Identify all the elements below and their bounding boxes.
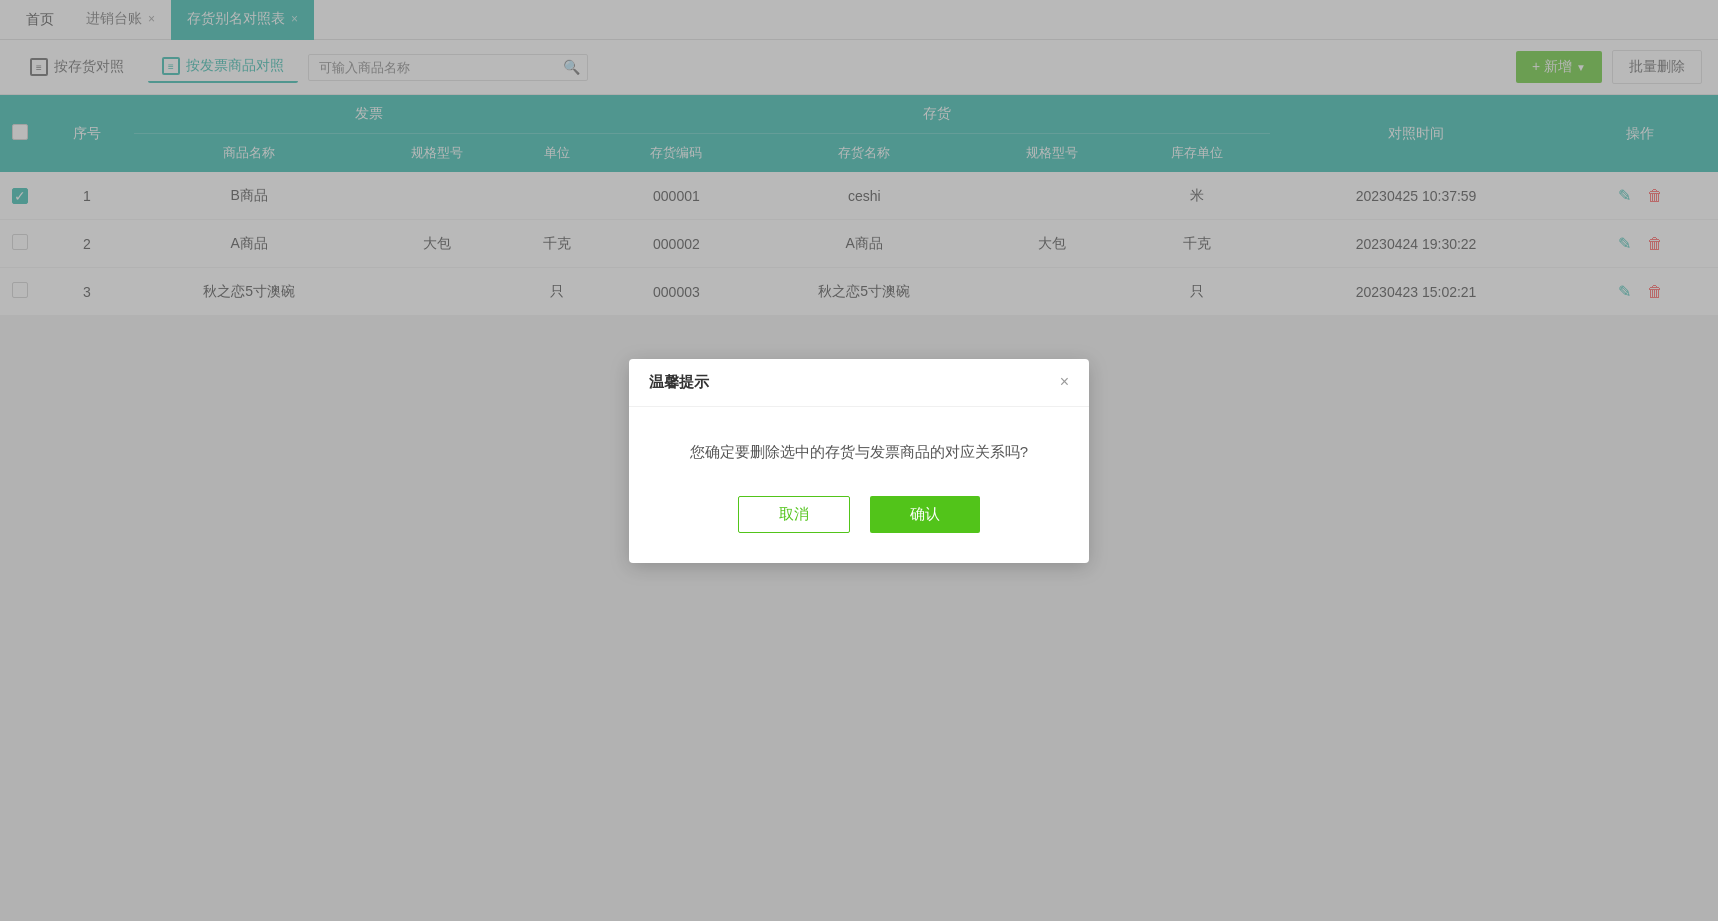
overlay: 温馨提示 × 您确定要删除选中的存货与发票商品的对应关系吗? 取消 确认: [0, 0, 1718, 316]
